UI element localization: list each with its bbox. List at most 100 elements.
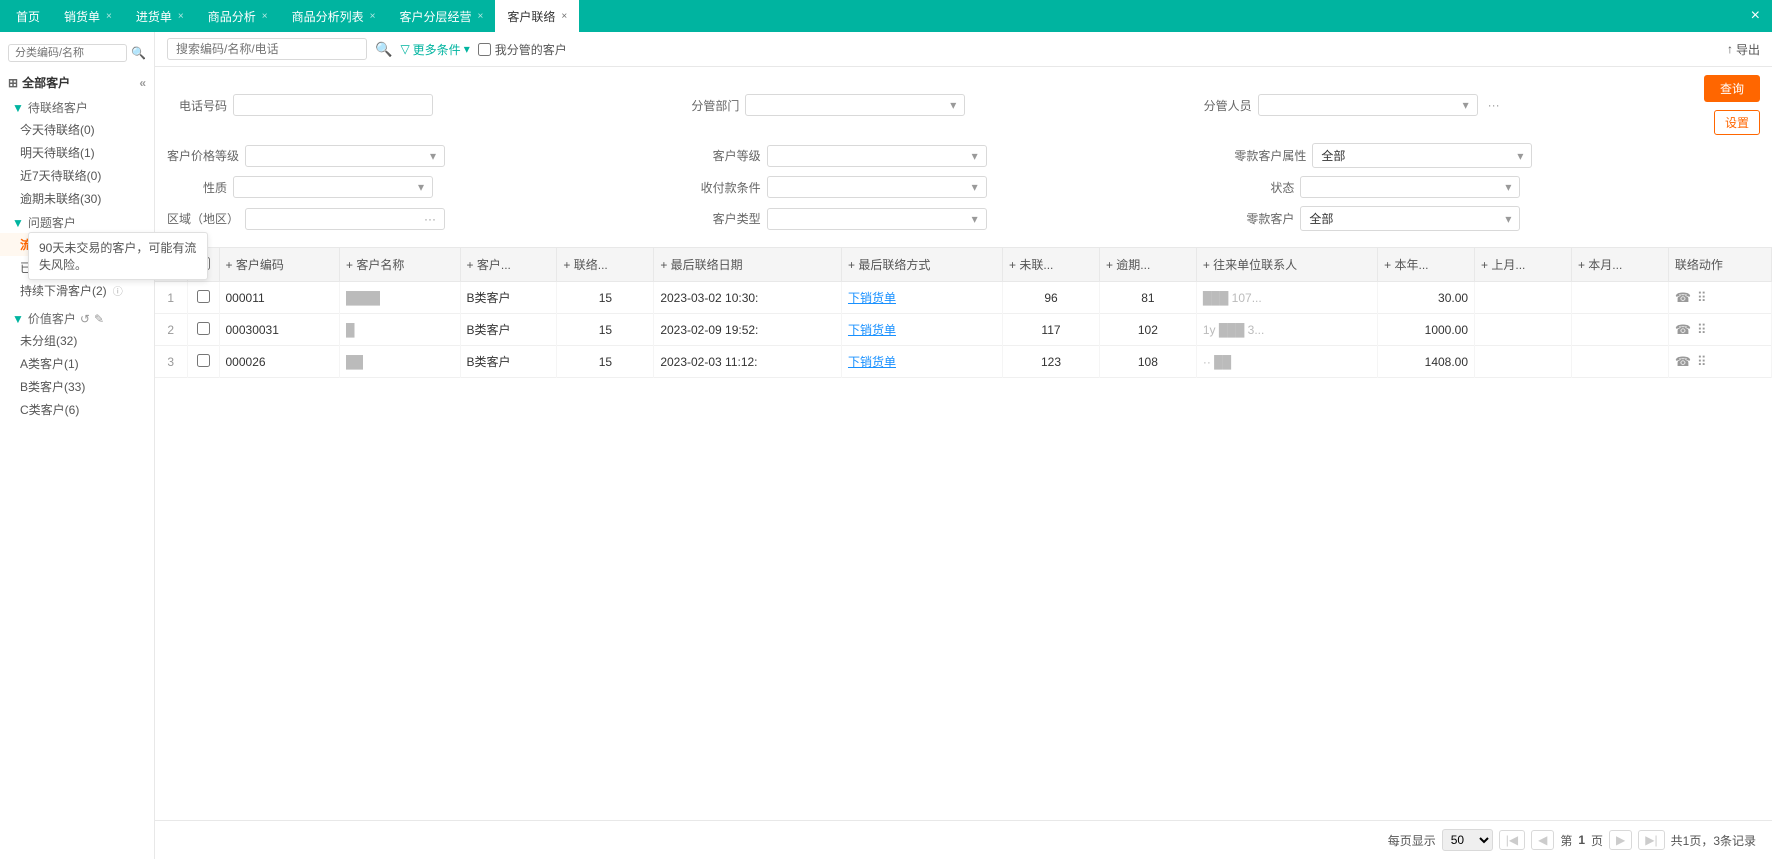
first-page-btn[interactable]: |◀ [1499, 830, 1525, 850]
tab-purchase-close[interactable]: × [178, 11, 184, 22]
filter-row-2: 客户价格等级 ▾ 客户等级 ▾ 零款客户属性 全部 [167, 143, 1760, 168]
sidebar-item-class-a-label: A类客户(1) [20, 357, 79, 371]
cell-thismonth-0 [1571, 282, 1668, 314]
select-arrow-dept: ▾ [950, 98, 956, 112]
my-customers-checkbox[interactable] [478, 43, 491, 56]
filter-search-input[interactable] [167, 38, 367, 60]
row-checkbox-1[interactable] [197, 322, 210, 335]
filter-select-price-level[interactable]: ▾ [245, 145, 445, 167]
filter-select-customer-type[interactable]: ▾ [767, 208, 987, 230]
action-more-icon-0[interactable]: ⠿ [1697, 290, 1707, 306]
filter-field-zero-attr: 零款客户属性 全部 ▾ [1234, 143, 1760, 168]
cell-method-1[interactable]: 下销货单 [841, 314, 1002, 346]
filter-field-person: 分管人员 ▾ ··· [1192, 94, 1696, 116]
sidebar-item-overdue[interactable]: 逾期未联络(30) [0, 187, 154, 210]
tab-customer-tier-close[interactable]: × [477, 11, 483, 22]
filter-select-region[interactable]: ··· [245, 208, 445, 230]
filter-search-button[interactable]: 🔍 [375, 41, 392, 58]
sidebar-item-class-b-label: B类客户(33) [20, 380, 85, 394]
last-page-btn[interactable]: ▶| [1638, 830, 1664, 850]
filter-more-button[interactable]: ▽ 更多条件 ▾ [400, 41, 469, 58]
per-page-select[interactable]: 50 100 200 [1442, 829, 1493, 851]
sidebar-item-7days[interactable]: 近7天待联络(0) [0, 164, 154, 187]
cell-method-0[interactable]: 下销货单 [841, 282, 1002, 314]
action-more-icon-2[interactable]: ⠿ [1697, 354, 1707, 370]
filter-select-zero-attr[interactable]: 全部 ▾ [1312, 143, 1532, 168]
cell-action-0[interactable]: ☎ ⠿ [1668, 282, 1771, 314]
query-button[interactable]: 查询 [1704, 75, 1760, 102]
sidebar-item-declining[interactable]: 持续下滑客户(2) ⓘ [0, 279, 154, 302]
tab-customer-contact-close[interactable]: × [561, 11, 567, 22]
tab-analysis-list-close[interactable]: × [370, 11, 376, 22]
tab-bar: 首页 销货单 × 进货单 × 商品分析 × 商品分析列表 × 客户分层经营 × … [0, 0, 1772, 32]
action-more-icon-1[interactable]: ⠿ [1697, 322, 1707, 338]
filter-select-dept[interactable]: ▾ [745, 94, 965, 116]
filter-field-zero-customer: 零款客户 全部 ▾ [1234, 206, 1760, 231]
tab-analysis[interactable]: 商品分析 × [196, 0, 280, 32]
row-checkbox-0[interactable] [197, 290, 210, 303]
sidebar-item-today[interactable]: 今天待联络(0) [0, 118, 154, 141]
export-button[interactable]: ↑ 导出 [1727, 41, 1760, 58]
tab-analysis-list[interactable]: 商品分析列表 × [280, 0, 388, 32]
filter-select-person[interactable]: ▾ [1258, 94, 1478, 116]
next-page-btn[interactable]: ▶ [1609, 830, 1632, 850]
sidebar-collapse-icon[interactable]: « [139, 76, 146, 90]
tab-customer-tier[interactable]: 客户分层经营 × [387, 0, 495, 32]
filter-input-phone[interactable] [233, 94, 433, 116]
tab-bar-close[interactable]: × [1751, 7, 1768, 25]
action-contact-icon-2[interactable]: ☎ [1675, 354, 1691, 370]
value-refresh-icon[interactable]: ↺ [80, 312, 90, 326]
action-contact-icon-0[interactable]: ☎ [1675, 290, 1691, 306]
sidebar-item-class-b[interactable]: B类客户(33) [0, 375, 154, 398]
filter-select-zero-customer[interactable]: 全部 ▾ [1300, 206, 1520, 231]
value-edit-icon[interactable]: ✎ [94, 312, 104, 326]
filter-my-customers[interactable]: 我分管的客户 [478, 41, 567, 58]
filter-field-customer-level: 客户等级 ▾ [701, 145, 1227, 167]
sidebar-item-class-a[interactable]: A类客户(1) [0, 352, 154, 375]
sidebar-item-class-c[interactable]: C类客户(6) [0, 398, 154, 421]
table-row: 3 000026 ██ B类客户 15 2023-02-03 11:12: 下销… [155, 346, 1772, 378]
tab-analysis-close[interactable]: × [262, 11, 268, 22]
col-last-contact-method-label: + 最后联络方式 [848, 258, 930, 272]
churn-tooltip: 90天未交易的客户，可能有流失风险。 [28, 232, 208, 280]
filter-icon: ▽ [400, 42, 409, 56]
tab-customer-contact[interactable]: 客户联络 × [495, 0, 579, 32]
filter-select-payment[interactable]: ▾ [767, 176, 987, 198]
tab-sales-close[interactable]: × [106, 11, 112, 22]
cell-checkbox-1[interactable] [187, 314, 219, 346]
sidebar-item-ungrouped[interactable]: 未分组(32) [0, 329, 154, 352]
filter-field-region: 区域（地区） ··· [167, 208, 693, 230]
sidebar-search-icon[interactable]: 🔍 [131, 46, 146, 60]
cell-checkbox-0[interactable] [187, 282, 219, 314]
table-header-row: ⚙ + 客户编码 + 客户名称 + 客户... + 联络... [155, 248, 1772, 282]
action-contact-icon-1[interactable]: ☎ [1675, 322, 1691, 338]
sidebar-item-tomorrow[interactable]: 明天待联络(1) [0, 141, 154, 164]
cell-uncontacted-0: 96 [1003, 282, 1100, 314]
setting-button[interactable]: 设置 [1714, 110, 1760, 135]
grid-icon: ⊞ [8, 76, 18, 90]
sidebar: 🔍 ⊞ 全部客户 « ▼ 待联络客户 今天待联络(0) 明天待联络(1) 近7天… [0, 32, 155, 859]
sidebar-search-input[interactable] [8, 44, 127, 62]
filter-more-label: 更多条件 [413, 41, 461, 58]
cell-name-2: ██ [340, 346, 461, 378]
sidebar-group-pending-label: 待联络客户 [28, 99, 88, 116]
info-icon-declining: ⓘ [113, 287, 123, 298]
prev-page-btn[interactable]: ◀ [1531, 830, 1554, 850]
filter-select-customer-level[interactable]: ▾ [767, 145, 987, 167]
row-checkbox-2[interactable] [197, 354, 210, 367]
tab-sales[interactable]: 销货单 × [52, 0, 124, 32]
col-year-amount-label: + 本年... [1384, 258, 1428, 272]
tab-purchase[interactable]: 进货单 × [124, 0, 196, 32]
filter-select-status[interactable]: ▾ [1300, 176, 1520, 198]
tab-home-label: 首页 [16, 8, 40, 25]
cell-method-2[interactable]: 下销货单 [841, 346, 1002, 378]
region-dots[interactable]: ··· [424, 212, 436, 226]
tab-home[interactable]: 首页 [4, 0, 52, 32]
cell-action-2[interactable]: ☎ ⠿ [1668, 346, 1771, 378]
cell-action-1[interactable]: ☎ ⠿ [1668, 314, 1771, 346]
filter-dots-1[interactable]: ··· [1488, 98, 1500, 112]
cell-checkbox-2[interactable] [187, 346, 219, 378]
sidebar-all-customers[interactable]: ⊞ 全部客户 « [0, 70, 154, 95]
cell-type-0: B类客户 [460, 282, 557, 314]
filter-select-gender[interactable]: ▾ [233, 176, 433, 198]
